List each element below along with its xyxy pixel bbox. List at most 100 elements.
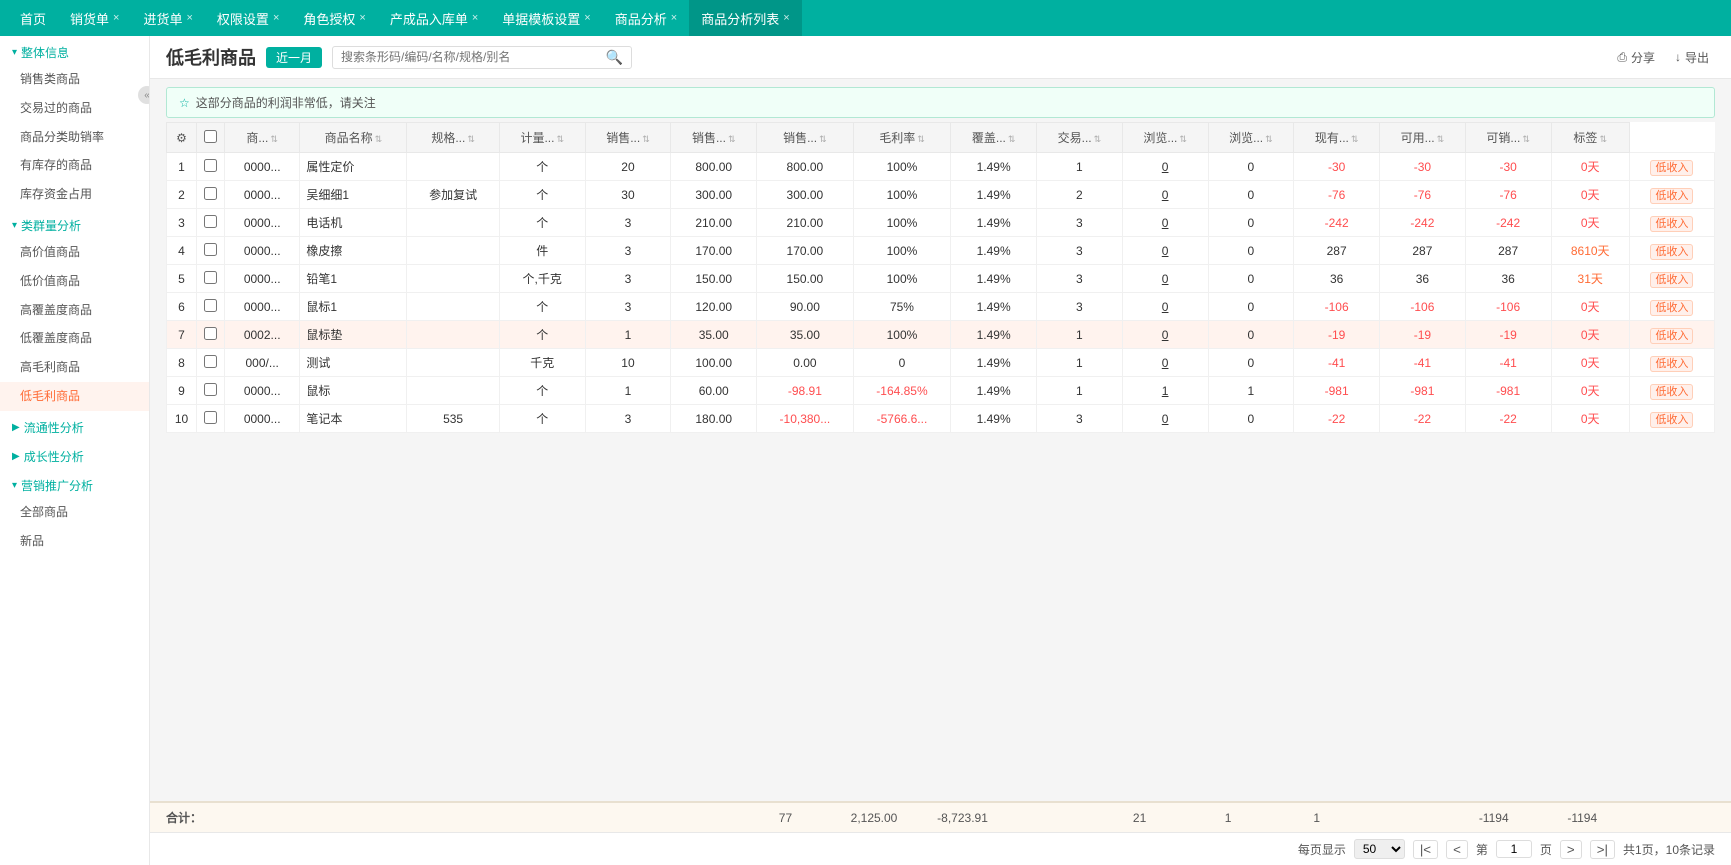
row-checkbox[interactable] (197, 265, 225, 293)
sidebar-item-capital[interactable]: 库存资金占用 (0, 180, 149, 209)
row-select-checkbox[interactable] (204, 383, 217, 396)
col-select-all[interactable] (197, 123, 225, 153)
nav-sales-close[interactable]: × (113, 12, 119, 24)
sidebar-item-traded-goods[interactable]: 交易过的商品 (0, 94, 149, 123)
sidebar-item-all-goods[interactable]: 全部商品 (0, 498, 149, 527)
sidebar-section-flow[interactable]: ▶流通性分析 (0, 411, 149, 440)
sidebar-item-high-coverage[interactable]: 高覆盖度商品 (0, 296, 149, 325)
col-tag[interactable]: 标签⇅ (1551, 123, 1629, 153)
nav-products-close[interactable]: × (472, 12, 478, 24)
nav-roles-close[interactable]: × (359, 12, 365, 24)
col-settings[interactable]: ⚙ (167, 123, 197, 153)
sidebar-item-new-goods[interactable]: 新品 (0, 527, 149, 556)
settings-icon[interactable]: ⚙ (176, 131, 187, 145)
sidebar-item-low-margin[interactable]: 低毛利商品 (0, 382, 149, 411)
col-browse1[interactable]: 浏览...⇅ (1122, 123, 1208, 153)
nav-purchase-close[interactable]: × (186, 12, 192, 24)
sidebar-item-high-value[interactable]: 高价值商品 (0, 238, 149, 267)
sidebar-item-category-rate[interactable]: 商品分类助销率 (0, 123, 149, 152)
col-spec[interactable]: 规格...⇅ (407, 123, 500, 153)
row-transactions[interactable]: 0 (1122, 293, 1208, 321)
page-number-input[interactable] (1496, 840, 1532, 858)
page-prev-btn[interactable]: < (1446, 840, 1468, 859)
row-select-checkbox[interactable] (204, 355, 217, 368)
sidebar-section-marketing[interactable]: ▾营销推广分析 (0, 469, 149, 498)
search-icon[interactable]: 🔍 (606, 49, 623, 66)
sidebar-item-low-coverage[interactable]: 低覆盖度商品 (0, 324, 149, 353)
row-transactions[interactable]: 0 (1122, 237, 1208, 265)
sidebar-item-sales-goods[interactable]: 销售类商品 (0, 65, 149, 94)
col-margin[interactable]: 毛利率⇅ (853, 123, 951, 153)
nav-permissions[interactable]: 权限设置 × (205, 0, 291, 36)
row-transactions[interactable]: 0 (1122, 321, 1208, 349)
page-next-btn[interactable]: > (1560, 840, 1582, 859)
nav-purchase[interactable]: 进货单 × (131, 0, 204, 36)
col-saleable[interactable]: 可销...⇅ (1465, 123, 1551, 153)
sidebar-section-cluster[interactable]: ▾类群量分析 (0, 209, 149, 238)
col-unit[interactable]: 计量...⇅ (499, 123, 585, 153)
nav-permissions-close[interactable]: × (273, 12, 279, 24)
row-select-checkbox[interactable] (204, 243, 217, 256)
sidebar-item-in-stock[interactable]: 有库存的商品 (0, 151, 149, 180)
nav-templates[interactable]: 单据模板设置 × (490, 0, 602, 36)
nav-roles[interactable]: 角色授权 × (291, 0, 377, 36)
row-tag: 低收入 (1629, 209, 1714, 237)
search-input[interactable] (341, 50, 606, 64)
row-select-checkbox[interactable] (204, 271, 217, 284)
row-checkbox[interactable] (197, 349, 225, 377)
nav-products[interactable]: 产成品入库单 × (378, 0, 490, 36)
row-transactions[interactable]: 0 (1122, 349, 1208, 377)
row-select-checkbox[interactable] (204, 327, 217, 340)
nav-analysis[interactable]: 商品分析 × (603, 0, 689, 36)
row-checkbox[interactable] (197, 209, 225, 237)
select-all-checkbox[interactable] (204, 130, 217, 143)
nav-analysis-list[interactable]: 商品分析列表 × (689, 0, 801, 36)
nav-sales[interactable]: 销货单 × (58, 0, 131, 36)
row-transactions[interactable]: 0 (1122, 265, 1208, 293)
sidebar-collapse-btn[interactable]: « (138, 86, 150, 104)
row-checkbox[interactable] (197, 377, 225, 405)
col-stock[interactable]: 现有...⇅ (1294, 123, 1380, 153)
nav-home[interactable]: 首页 (8, 0, 58, 36)
row-checkbox[interactable] (197, 405, 225, 433)
col-name[interactable]: 商品名称⇅ (300, 123, 407, 153)
col-browse2[interactable]: 浏览...⇅ (1208, 123, 1294, 153)
row-select-checkbox[interactable] (204, 187, 217, 200)
row-transactions[interactable]: 1 (1122, 377, 1208, 405)
row-transactions[interactable]: 0 (1122, 209, 1208, 237)
sidebar-item-high-margin[interactable]: 高毛利商品 (0, 353, 149, 382)
row-select-checkbox[interactable] (204, 159, 217, 172)
row-transactions[interactable]: 0 (1122, 181, 1208, 209)
export-button[interactable]: ↓ 导出 (1669, 47, 1715, 68)
col-transactions[interactable]: 交易...⇅ (1037, 123, 1123, 153)
col-coverage[interactable]: 覆盖...⇅ (951, 123, 1037, 153)
share-button[interactable]: ⎙ 分享 (1611, 47, 1661, 68)
row-checkbox[interactable] (197, 321, 225, 349)
row-select-checkbox[interactable] (204, 299, 217, 312)
row-checkbox[interactable] (197, 237, 225, 265)
row-sales-amt: 60.00 (671, 377, 757, 405)
sidebar-section-growth[interactable]: ▶成长性分析 (0, 440, 149, 469)
row-transactions[interactable]: 0 (1122, 153, 1208, 181)
col-sales-amt[interactable]: 销售...⇅ (671, 123, 757, 153)
col-sales-qty[interactable]: 销售...⇅ (585, 123, 671, 153)
col-sales-amt2[interactable]: 销售...⇅ (757, 123, 854, 153)
col-available[interactable]: 可用...⇅ (1380, 123, 1466, 153)
row-transactions[interactable]: 0 (1122, 405, 1208, 433)
date-filter-button[interactable]: 近一月 (266, 47, 322, 68)
nav-templates-close[interactable]: × (584, 12, 590, 24)
per-page-select[interactable]: 50 100 200 (1354, 839, 1405, 859)
tag-badge: 低收入 (1650, 412, 1693, 428)
page-first-btn[interactable]: |< (1413, 840, 1438, 859)
row-checkbox[interactable] (197, 293, 225, 321)
col-code[interactable]: 商...⇅ (225, 123, 300, 153)
row-select-checkbox[interactable] (204, 411, 217, 424)
nav-analysis-close[interactable]: × (671, 12, 677, 24)
row-checkbox[interactable] (197, 153, 225, 181)
sidebar-item-low-value[interactable]: 低价值商品 (0, 267, 149, 296)
row-select-checkbox[interactable] (204, 215, 217, 228)
sidebar-section-overview[interactable]: ▾整体信息 (0, 36, 149, 65)
page-last-btn[interactable]: >| (1590, 840, 1615, 859)
nav-analysis-list-close[interactable]: × (783, 12, 789, 24)
row-checkbox[interactable] (197, 181, 225, 209)
